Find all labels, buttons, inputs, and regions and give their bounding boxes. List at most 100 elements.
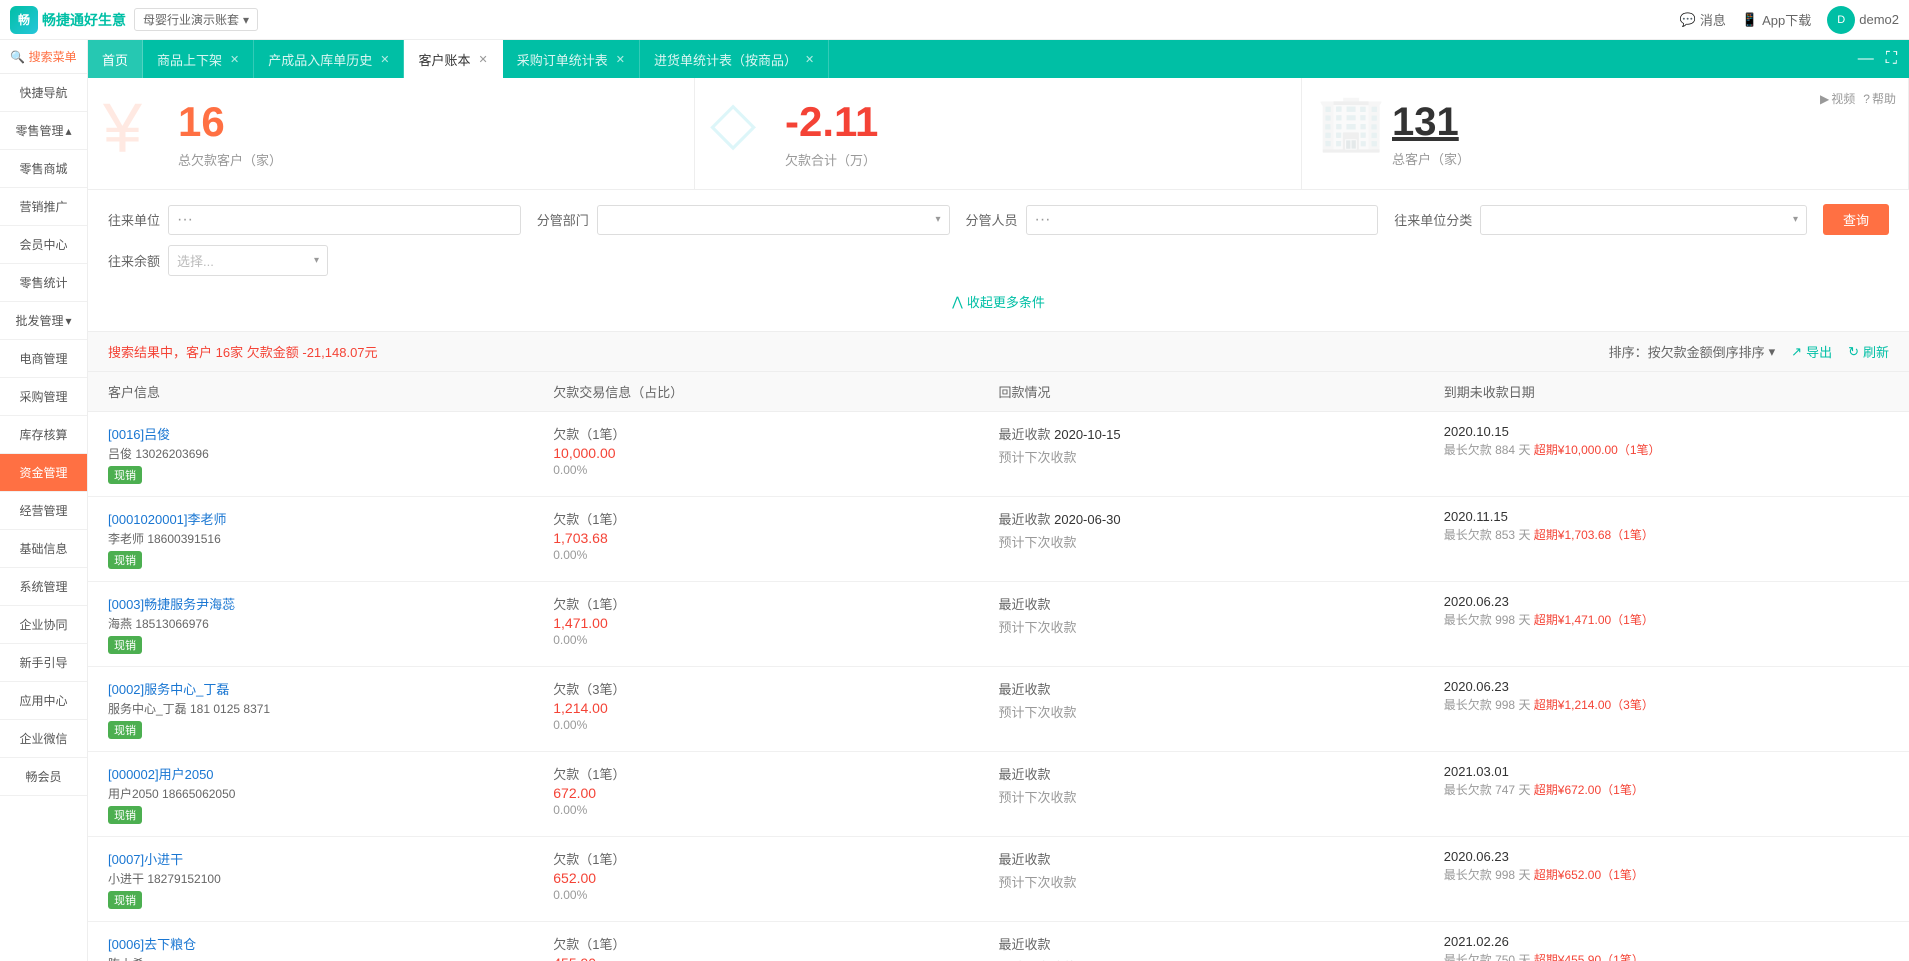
due-date-cell: 2020.11.15 最长欠款 853 天 超期¥1,703.68（1笔） — [1444, 509, 1889, 569]
from-unit-input[interactable]: ··· — [168, 205, 521, 235]
tab-minimize-button[interactable]: — — [1854, 48, 1878, 70]
page-content: ¥ 16 总欠款客户（家） ◇ -2.11 欠款合计（万） — [88, 78, 1909, 961]
sidebar-item-basic-info[interactable]: 基础信息 — [0, 530, 87, 568]
col-header-due: 到期未收款日期 — [1444, 382, 1889, 401]
customer-name-link[interactable]: [0003]畅捷服务尹海蕊 — [108, 597, 235, 612]
filter-group-person: 分管人员 ··· — [966, 205, 1379, 235]
sort-selector[interactable]: 排序：按欠款金额倒序排序 ▾ — [1609, 342, 1776, 361]
sort-label: 排序：按欠款金额倒序排序 — [1609, 342, 1765, 361]
overdue-info: 最长欠款 998 天 超期¥1,214.00（3笔） — [1444, 696, 1889, 713]
yuan-icon: ¥ — [103, 88, 142, 168]
tab-inventory-close[interactable]: ✕ — [805, 53, 814, 66]
debt-label: 欠款（1笔） — [553, 594, 998, 613]
user-avatar-area[interactable]: D demo2 — [1827, 6, 1899, 34]
sidebar-item-enterprise[interactable]: 企业协同 — [0, 606, 87, 644]
customer-name-link[interactable]: [000002]用户2050 — [108, 767, 214, 782]
sidebar-item-search[interactable]: 🔍 搜索菜单 — [0, 40, 87, 74]
export-label: 导出 — [1806, 342, 1832, 361]
tab-inventory[interactable]: 进货单统计表（按商品） ✕ — [640, 40, 829, 78]
overdue-link[interactable]: 超期¥1,214.00（3笔） — [1534, 698, 1654, 712]
sidebar-item-new-guide[interactable]: 新手引导 — [0, 644, 87, 682]
help-button[interactable]: ? 帮助 — [1863, 90, 1896, 107]
collect-date: 2020-10-15 — [1054, 427, 1121, 442]
tab-products-close[interactable]: ✕ — [230, 53, 239, 66]
video-help-button[interactable]: ▶ 视频 — [1820, 90, 1855, 107]
app-download-button[interactable]: 📱 App下载 — [1742, 10, 1811, 29]
tab-products[interactable]: 商品上下架 ✕ — [143, 40, 254, 78]
collapse-button[interactable]: ⋀ 收起更多条件 — [108, 286, 1889, 317]
sidebar-item-ops-mgmt[interactable]: 经营管理 — [0, 492, 87, 530]
customer-name-link[interactable]: [0007]小进干 — [108, 852, 183, 867]
sidebar-item-batch-mgmt[interactable]: 批发管理 ▾ — [0, 302, 87, 340]
sidebar-item-member[interactable]: 会员中心 — [0, 226, 87, 264]
customer-tag: 现销 — [108, 466, 142, 484]
export-button[interactable]: ↗ 导出 — [1791, 342, 1832, 361]
sidebar-item-sys-mgmt[interactable]: 系统管理 — [0, 568, 87, 606]
refresh-button[interactable]: ↻ 刷新 — [1848, 342, 1889, 361]
diamond-icon: ◇ — [710, 88, 756, 158]
message-button[interactable]: 💬 消息 — [1680, 10, 1726, 29]
customer-name-link[interactable]: [0006]去下粮仓 — [108, 937, 196, 952]
debt-label: 欠款（1笔） — [553, 849, 998, 868]
sidebar-item-finance[interactable]: 资金管理 — [0, 454, 87, 492]
sidebar-item-quick-nav[interactable]: 快捷导航 — [0, 74, 87, 112]
due-date-cell: 2020.06.23 最长欠款 998 天 超期¥652.00（1笔） — [1444, 849, 1889, 909]
customer-tag: 现销 — [108, 721, 142, 739]
next-collect: 预计下次收款 — [999, 447, 1444, 466]
overdue-link[interactable]: 超期¥652.00（1笔） — [1534, 868, 1644, 882]
last-collect: 最近收款 2020-10-15 — [999, 424, 1444, 443]
tab-warehouse-close[interactable]: ✕ — [380, 53, 389, 66]
result-customer-count: 16家 — [216, 345, 243, 360]
dept-select[interactable]: ▾ — [597, 205, 950, 235]
tab-home[interactable]: 首页 — [88, 40, 143, 78]
overdue-link[interactable]: 超期¥10,000.00（1笔） — [1534, 443, 1661, 457]
overdue-link[interactable]: 超期¥455.90（1笔） — [1534, 953, 1644, 961]
tab-purchase-close[interactable]: ✕ — [616, 53, 625, 66]
last-collect: 最近收款 — [999, 764, 1444, 783]
debt-info-cell: 欠款（1笔） 10,000.00 0.00% — [553, 424, 998, 484]
sidebar-item-marketing[interactable]: 营销推广 — [0, 188, 87, 226]
chevron-down-icon: ▾ — [1793, 214, 1798, 225]
company-selector[interactable]: 母婴行业演示账套 ▾ — [134, 8, 258, 31]
col-header-debt: 欠款交易信息（占比） — [553, 382, 998, 401]
customer-info-cell: [000002]用户2050 用户2050 18665062050 现销 — [108, 764, 553, 824]
tab-customer[interactable]: 客户账本 ✕ — [404, 40, 502, 78]
sidebar-item-app-center[interactable]: 应用中心 — [0, 682, 87, 720]
message-icon: 💬 — [1680, 12, 1696, 28]
person-input[interactable]: ··· — [1026, 205, 1379, 235]
last-collect: 最近收款 — [999, 849, 1444, 868]
tab-purchase[interactable]: 采购订单统计表 ✕ — [503, 40, 640, 78]
query-button[interactable]: 查询 — [1823, 204, 1889, 235]
table-row: [0006]去下粮仓 陈小希 现销 欠款（1笔） 455.90 0.00% 最近… — [88, 922, 1909, 961]
unit-category-select[interactable]: ▾ — [1480, 205, 1807, 235]
debt-info-cell: 欠款（1笔） 1,471.00 0.00% — [553, 594, 998, 654]
tab-warehouse[interactable]: 产成品入库单历史 ✕ — [254, 40, 404, 78]
debt-amount: 10,000.00 — [553, 445, 998, 461]
message-label: 消息 — [1700, 10, 1726, 29]
sidebar-item-enterprise-wechat[interactable]: 企业微信 — [0, 720, 87, 758]
sidebar-item-retail-store[interactable]: 零售商城 — [0, 150, 87, 188]
sidebar-item-inventory-check[interactable]: 库存核算 — [0, 416, 87, 454]
overdue-link[interactable]: 超期¥1,703.68（1笔） — [1534, 528, 1654, 542]
sidebar-item-purchase-mgmt[interactable]: 采购管理 — [0, 378, 87, 416]
sidebar-item-member-vip[interactable]: 畅会员 — [0, 758, 87, 796]
tab-customer-close[interactable]: ✕ — [479, 53, 488, 66]
overdue-info: 最长欠款 750 天 超期¥455.90（1笔） — [1444, 951, 1889, 961]
overdue-info: 最长欠款 853 天 超期¥1,703.68（1笔） — [1444, 526, 1889, 543]
overdue-link[interactable]: 超期¥672.00（1笔） — [1534, 783, 1644, 797]
balance-select[interactable]: 选择... ▾ — [168, 245, 328, 276]
customer-name-link[interactable]: [0016]吕俊 — [108, 427, 170, 442]
sidebar-item-retail-stats[interactable]: 零售统计 — [0, 264, 87, 302]
from-unit-label: 往来单位 — [108, 210, 160, 229]
result-prefix: 搜索结果中，客户 — [108, 345, 212, 360]
customer-name-link[interactable]: [0001020001]李老师 — [108, 512, 227, 527]
filter-row-2: 往来余额 选择... ▾ — [108, 245, 1889, 276]
table-header: 客户信息 欠款交易信息（占比） 回款情况 到期未收款日期 — [88, 372, 1909, 412]
tab-products-label: 商品上下架 — [157, 50, 222, 69]
sidebar-item-ecommerce[interactable]: 电商管理 — [0, 340, 87, 378]
sidebar-item-retail-mgmt[interactable]: 零售管理 ▴ — [0, 112, 87, 150]
collection-cell: 最近收款 预计下次收款 — [999, 679, 1444, 739]
tab-maximize-button[interactable]: ⛶ — [1882, 48, 1901, 70]
overdue-link[interactable]: 超期¥1,471.00（1笔） — [1534, 613, 1654, 627]
customer-name-link[interactable]: [0002]服务中心_丁磊 — [108, 682, 229, 697]
